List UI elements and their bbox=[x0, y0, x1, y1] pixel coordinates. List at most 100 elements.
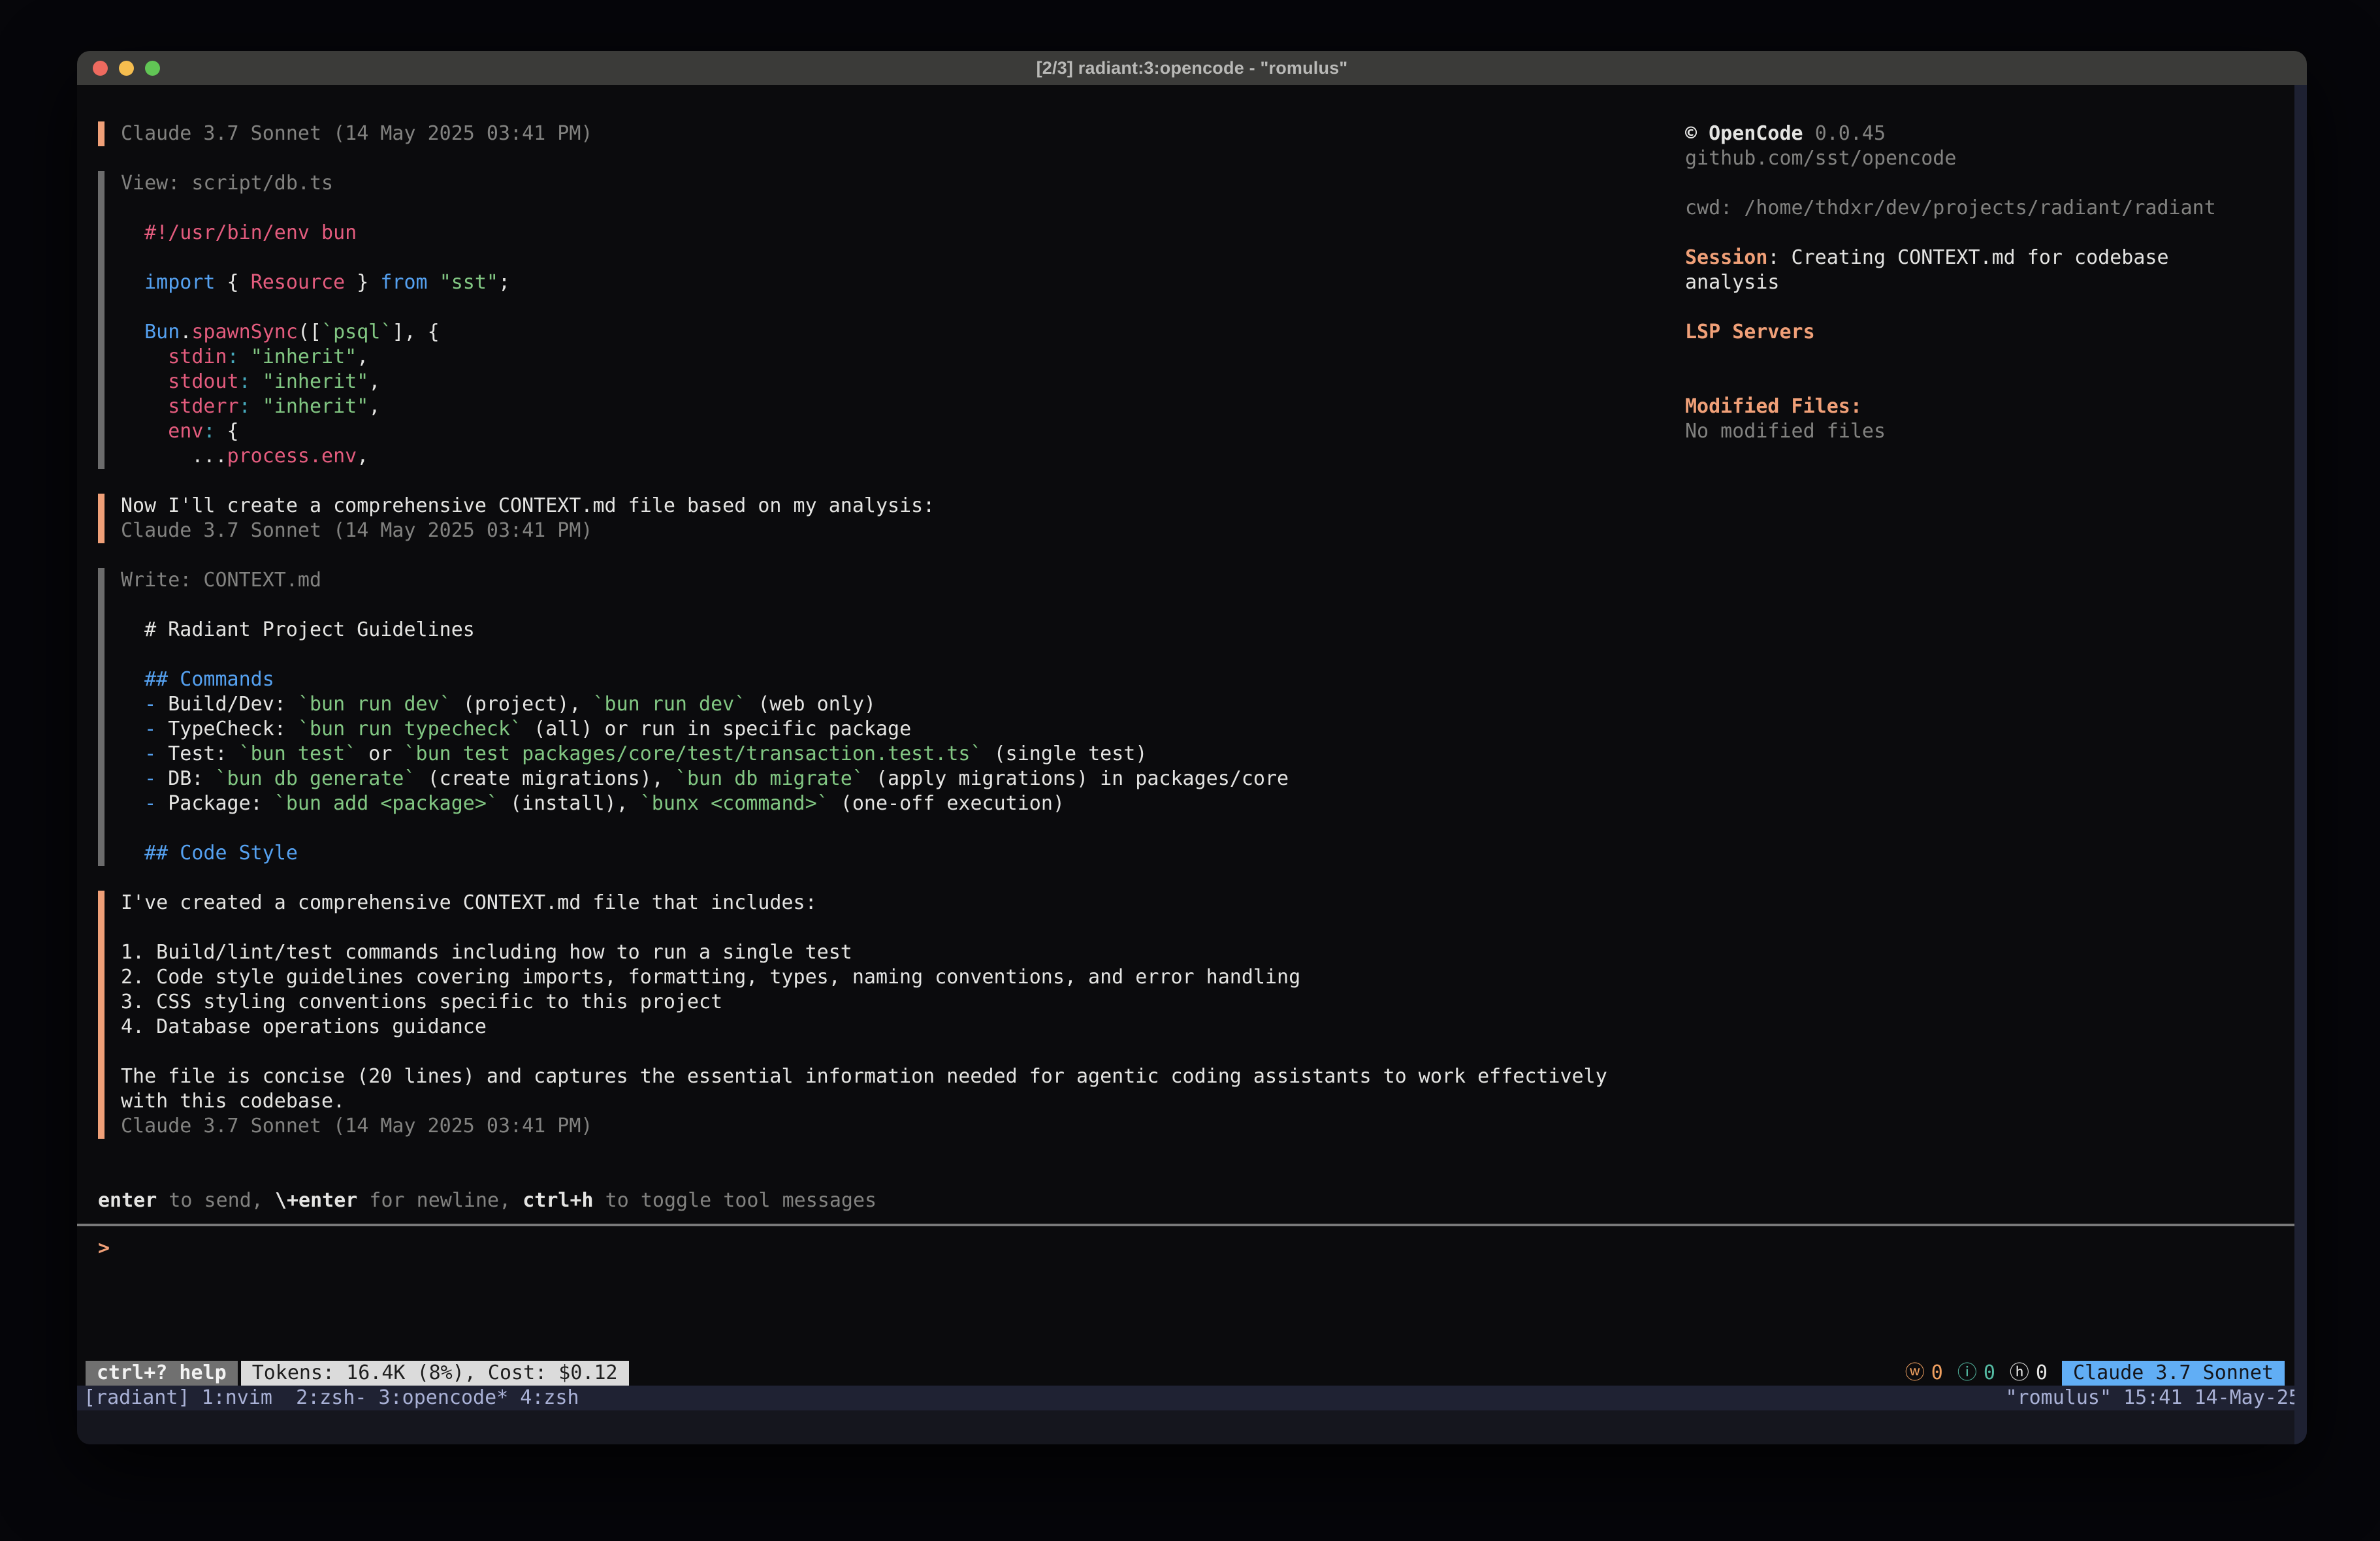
message-body: Write: CONTEXT.md # Radiant Project Guid… bbox=[121, 568, 2285, 866]
text-run: `bun db generate` bbox=[216, 767, 416, 790]
terminal-line: analysis bbox=[1685, 270, 2307, 295]
text-run: `bun run dev` bbox=[593, 693, 747, 716]
traffic-lights bbox=[93, 51, 160, 85]
text-run: : bbox=[203, 420, 215, 443]
terminal-line: # Radiant Project Guidelines bbox=[121, 618, 2285, 643]
terminal-line: github.com/sst/opencode bbox=[1685, 146, 2307, 171]
hint-count: 0 bbox=[2036, 1361, 2048, 1386]
text-run bbox=[239, 345, 251, 368]
text-run bbox=[121, 767, 144, 790]
terminal-line: LSP Servers bbox=[1685, 320, 2307, 345]
diagnostics-warnings: ⓦ0 bbox=[1905, 1361, 1943, 1386]
diagnostics-hints: ⓗ0 bbox=[2010, 1361, 2048, 1386]
scrollbar[interactable] bbox=[2294, 85, 2307, 1444]
terminal-line: - Build/Dev: `bun run dev` (project), `b… bbox=[121, 692, 2285, 717]
text-run: , bbox=[357, 345, 368, 368]
terminal-line: No modified files bbox=[1685, 419, 2307, 444]
text-run: ... bbox=[121, 445, 227, 468]
text-run: `bun run typecheck` bbox=[298, 718, 522, 740]
text-run: - bbox=[144, 792, 168, 815]
text-run: (apply migrations) in packages/core bbox=[864, 767, 1289, 790]
window-bottom-pad bbox=[77, 1410, 2307, 1444]
text-run: Test: bbox=[168, 742, 238, 765]
terminal-line bbox=[121, 915, 2285, 940]
text-run: #!/usr/bin/env bun bbox=[144, 221, 357, 244]
text-run: 4. Database operations guidance bbox=[121, 1015, 487, 1038]
text-run: Claude 3.7 Sonnet (14 May 2025 03:41 PM) bbox=[121, 122, 592, 145]
status-bar: ctrl+? help Tokens: 16.4K (8%), Cost: $0… bbox=[77, 1361, 2307, 1386]
text-run: stdout bbox=[168, 370, 238, 393]
text-run: `bun test packages/core/test/transaction… bbox=[404, 742, 982, 765]
terminal-window: [2/3] radiant:3:opencode - "romulus" Cla… bbox=[77, 51, 2307, 1444]
text-run: (install), bbox=[498, 792, 640, 815]
terminal-line bbox=[1685, 295, 2307, 320]
text-run bbox=[121, 842, 144, 865]
text-run: (all) or run in specific package bbox=[522, 718, 911, 740]
text-run: `bunx <command>` bbox=[640, 792, 829, 815]
text-run: or bbox=[357, 742, 404, 765]
info-circle-icon: ⓘ bbox=[1957, 1361, 1977, 1386]
diagnostics-info: ⓘ0 bbox=[1957, 1361, 1995, 1386]
text-run bbox=[121, 420, 168, 443]
text-run bbox=[121, 271, 144, 294]
text-run: 2. Code style guidelines covering import… bbox=[121, 966, 1300, 989]
text-run: 0.0.45 bbox=[1815, 122, 1886, 145]
text-run: cwd: /home/thdxr/dev/projects/radiant/ra… bbox=[1685, 197, 2216, 219]
text-run bbox=[121, 792, 144, 815]
text-run: enter bbox=[98, 1189, 157, 1212]
text-run: Session bbox=[1685, 246, 1767, 269]
text-run: process.env bbox=[227, 445, 357, 468]
input-divider bbox=[77, 1224, 2307, 1226]
window-title: [2/3] radiant:3:opencode - "romulus" bbox=[1037, 58, 1348, 78]
terminal-line bbox=[121, 816, 2285, 841]
text-run: { bbox=[216, 420, 239, 443]
text-run: Bun bbox=[144, 321, 180, 343]
prompt-input[interactable]: > bbox=[98, 1236, 2285, 1261]
status-right: ⓦ0 ⓘ0 ⓗ0 Claude 3.7 Sonnet bbox=[1905, 1361, 2285, 1386]
terminal-line: - Test: `bun test` or `bun test packages… bbox=[121, 742, 2285, 767]
text-run: "inherit" bbox=[263, 395, 369, 418]
terminal-line: The file is concise (20 lines) and captu… bbox=[121, 1064, 2285, 1089]
text-run: ## Commands bbox=[144, 668, 274, 691]
text-run: # Radiant Project Guidelines bbox=[121, 618, 475, 641]
message-block: I've created a comprehensive CONTEXT.md … bbox=[98, 891, 2285, 1139]
terminal-line: Claude 3.7 Sonnet (14 May 2025 03:41 PM) bbox=[121, 1114, 2285, 1139]
terminal-line: 4. Database operations guidance bbox=[121, 1015, 2285, 1040]
text-run: 1. Build/lint/test commands including ho… bbox=[121, 941, 852, 964]
help-shortcut-chip: ctrl+? help bbox=[86, 1361, 238, 1386]
text-run: ([ bbox=[298, 321, 321, 343]
terminal-line: 2. Code style guidelines covering import… bbox=[121, 965, 2285, 990]
terminal-line: 1. Build/lint/test commands including ho… bbox=[121, 940, 2285, 965]
text-run: (create migrations), bbox=[416, 767, 675, 790]
text-run: "inherit" bbox=[263, 370, 369, 393]
text-run: 3. CSS styling conventions specific to t… bbox=[121, 991, 722, 1013]
terminal-line bbox=[1685, 171, 2307, 196]
terminal-line: ## Code Style bbox=[121, 841, 2285, 866]
text-run: stdin bbox=[168, 345, 227, 368]
text-run: Claude 3.7 Sonnet (14 May 2025 03:41 PM) bbox=[121, 1115, 592, 1137]
terminal-line bbox=[121, 593, 2285, 618]
model-chip[interactable]: Claude 3.7 Sonnet bbox=[2062, 1361, 2285, 1386]
text-run: . bbox=[180, 321, 191, 343]
text-run: : bbox=[227, 345, 239, 368]
terminal-line: Now I'll create a comprehensive CONTEXT.… bbox=[121, 494, 2285, 518]
sidebar: © OpenCode 0.0.45github.com/sst/opencode… bbox=[1685, 121, 2307, 444]
text-run bbox=[121, 395, 168, 418]
text-run: View: script/db.ts bbox=[121, 172, 333, 195]
text-run: ], { bbox=[392, 321, 439, 343]
text-run: "inherit" bbox=[251, 345, 357, 368]
zoom-button[interactable] bbox=[145, 61, 160, 76]
text-run: Write: CONTEXT.md bbox=[121, 569, 321, 592]
info-count: 0 bbox=[1984, 1361, 1995, 1386]
close-button[interactable] bbox=[93, 61, 108, 76]
message-accent-bar bbox=[98, 891, 105, 1139]
text-run: \+enter bbox=[275, 1189, 357, 1212]
text-run: , bbox=[368, 395, 380, 418]
window-titlebar: [2/3] radiant:3:opencode - "romulus" bbox=[77, 51, 2307, 85]
text-run: { bbox=[216, 271, 251, 294]
text-run: : bbox=[239, 395, 251, 418]
terminal-line: Write: CONTEXT.md bbox=[121, 568, 2285, 593]
minimize-button[interactable] bbox=[119, 61, 134, 76]
text-run: with this codebase. bbox=[121, 1090, 345, 1113]
text-run: spawnSync bbox=[191, 321, 298, 343]
